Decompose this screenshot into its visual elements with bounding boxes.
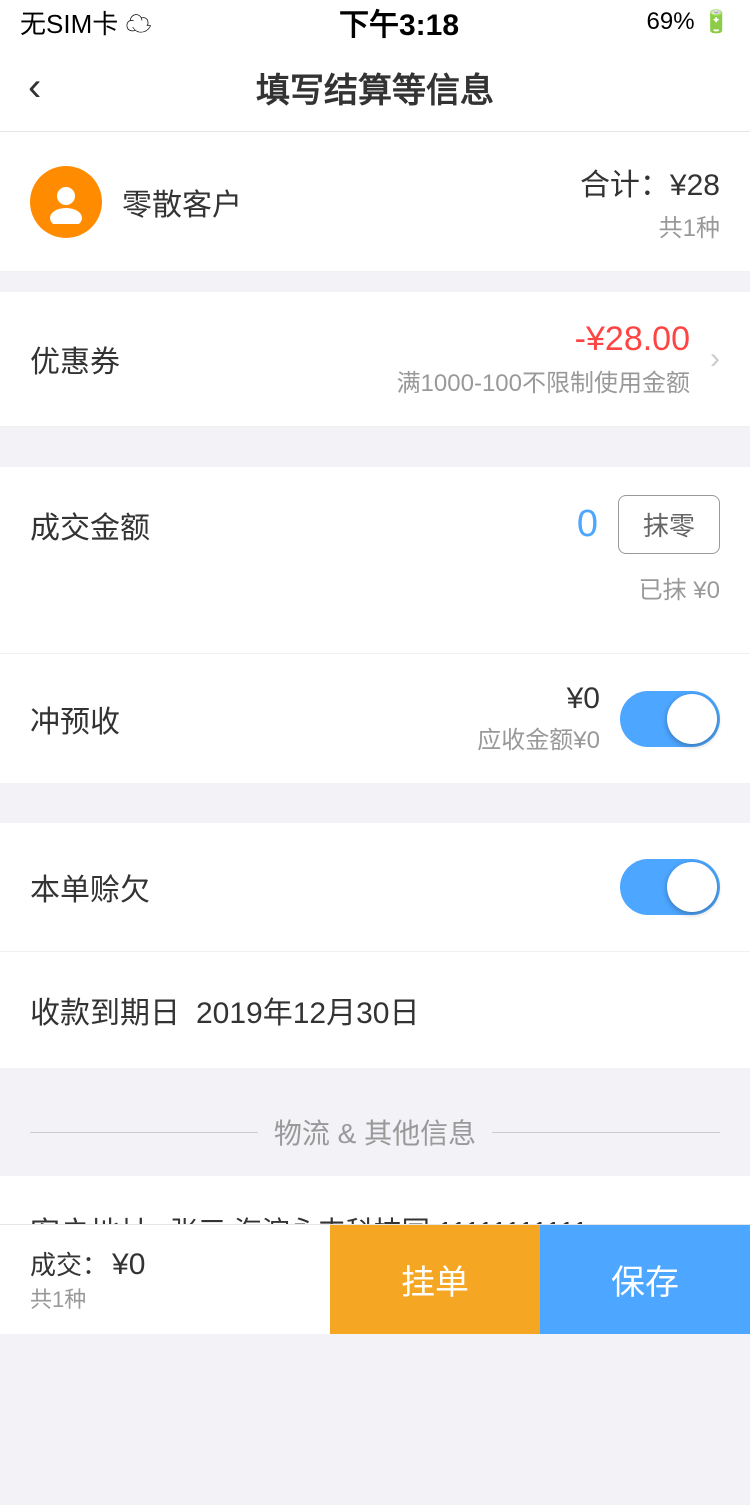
page-title: 填写结算等信息 (256, 63, 494, 112)
coupon-discount: -¥28.00 (397, 320, 690, 359)
battery-text: 69% (647, 8, 695, 36)
bottom-deal-row: 成交： ¥0 (30, 1245, 300, 1282)
bottom-bar: 成交： ¥0 共1种 挂单 保存 (0, 1224, 750, 1334)
coupon-right: -¥28.00 满1000-100不限制使用金额 › (397, 320, 720, 398)
nav-bar: ‹ 填写结算等信息 (0, 44, 750, 132)
deal-sub: 已抹 ¥0 (30, 570, 720, 605)
deal-amount-row: 成交金额 0 抹零 已抹 ¥0 (0, 467, 750, 633)
bottom-deal-label: 成交： (30, 1245, 108, 1282)
prepay-value: ¥0 (477, 682, 600, 716)
status-time: 下午3:18 (339, 0, 459, 44)
status-right: 69% 🔋 (647, 8, 730, 36)
bottom-count: 共1种 (30, 1282, 300, 1314)
section-gap-2 (0, 803, 750, 823)
customer-section: 零散客户 合计：¥28 共1种 (0, 132, 750, 272)
prepay-value-block: ¥0 应收金额¥0 (477, 682, 600, 755)
customer-name: 零散客户 (122, 180, 242, 224)
deal-label: 成交金额 (30, 495, 150, 547)
bottom-deal-value: ¥0 (112, 1248, 145, 1282)
chevron-right-icon: › (710, 342, 720, 376)
round-zero-button[interactable]: 抹零 (618, 495, 720, 554)
deal-section: 成交金额 0 抹零 已抹 ¥0 冲预收 ¥0 应收金额¥0 (0, 467, 750, 783)
date-row: 收款到期日 2019年12月30日 (0, 952, 750, 1068)
logistics-divider: 物流 & 其他信息 (30, 1112, 720, 1152)
debt-toggle[interactable] (620, 859, 720, 915)
status-bar: 无SIM卡 ☁ 下午3:18 69% 🔋 (0, 0, 750, 44)
deal-row-main: 成交金额 0 抹零 (30, 495, 720, 554)
toggle-knob-debt (667, 862, 717, 912)
customer-right: 合计：¥28 共1种 (580, 160, 720, 243)
customer-count: 共1种 (580, 208, 720, 243)
deal-right: 0 抹零 (577, 495, 720, 554)
save-button[interactable]: 保存 (540, 1225, 750, 1334)
prepay-row: 冲预收 ¥0 应收金额¥0 (0, 653, 750, 783)
signal-text: 无SIM卡 ☁ (20, 4, 151, 41)
logistics-section: 物流 & 其他信息 (0, 1088, 750, 1176)
coupon-row[interactable]: 优惠券 -¥28.00 满1000-100不限制使用金额 › (0, 292, 750, 427)
pending-button[interactable]: 挂单 (330, 1225, 540, 1334)
prepay-sub: 应收金额¥0 (477, 720, 600, 755)
prepay-toggle[interactable] (620, 691, 720, 747)
battery-icon: 🔋 (703, 9, 730, 35)
toggle-knob-prepay (667, 694, 717, 744)
bottom-info: 成交： ¥0 共1种 (0, 1225, 330, 1334)
divider-line-right (492, 1132, 720, 1133)
coupon-label: 优惠券 (30, 337, 120, 381)
status-left: 无SIM卡 ☁ (20, 4, 151, 41)
divider-line-left (30, 1132, 258, 1133)
coupon-sub: 满1000-100不限制使用金额 (397, 363, 690, 398)
section-gap-1 (0, 447, 750, 467)
debt-label: 本单赊欠 (30, 865, 150, 909)
debt-row: 本单赊欠 (0, 823, 750, 952)
back-button[interactable]: ‹ (28, 65, 41, 110)
debt-section: 本单赊欠 收款到期日 2019年12月30日 (0, 823, 750, 1068)
avatar (30, 166, 102, 238)
prepay-label: 冲预收 (30, 697, 120, 741)
prepay-right: ¥0 应收金额¥0 (477, 682, 720, 755)
coupon-value-block: -¥28.00 满1000-100不限制使用金额 (397, 320, 690, 398)
deal-value: 0 (577, 503, 598, 546)
customer-left: 零散客户 (30, 166, 242, 238)
due-date-label: 收款到期日 (30, 988, 180, 1032)
due-date-value: 2019年12月30日 (196, 988, 419, 1032)
coupon-section: 优惠券 -¥28.00 满1000-100不限制使用金额 › (0, 292, 750, 427)
customer-row: 零散客户 合计：¥28 共1种 (0, 132, 750, 272)
customer-total: 合计：¥28 (580, 160, 720, 204)
section-gap-3 (0, 1068, 750, 1088)
logistics-label: 物流 & 其他信息 (274, 1112, 476, 1152)
